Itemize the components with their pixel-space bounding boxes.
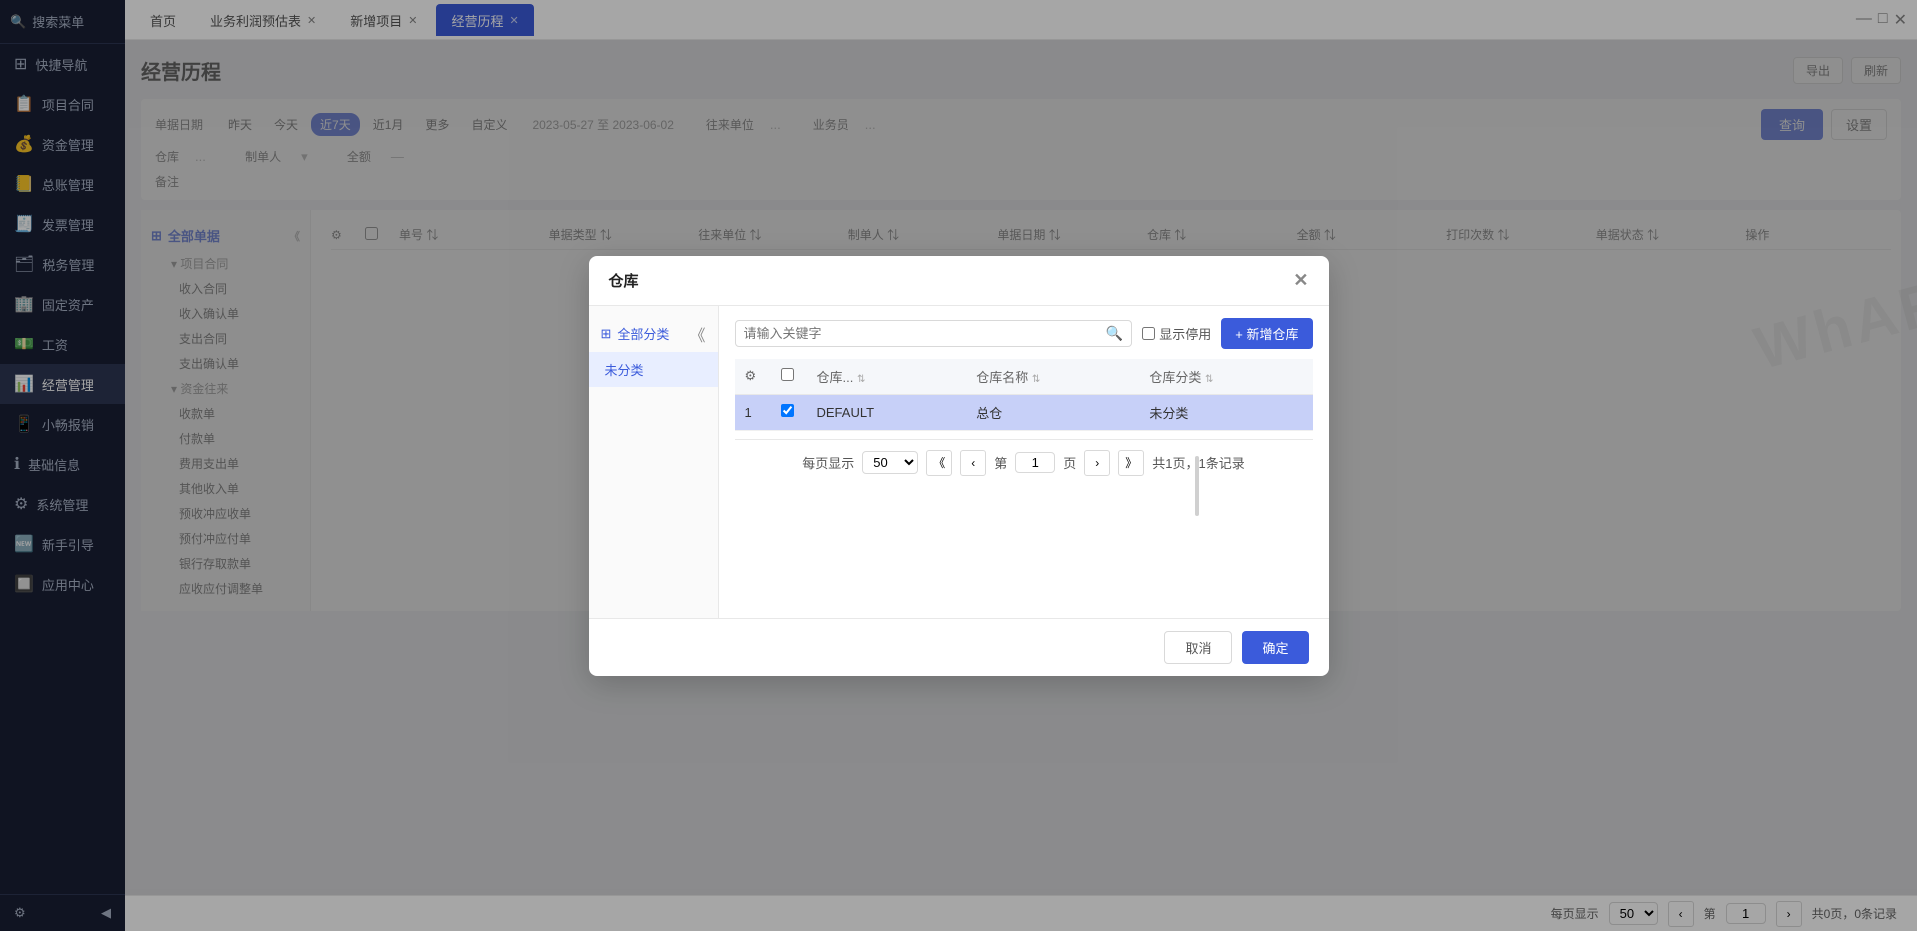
all-category-label[interactable]: 全部分类: [617, 324, 669, 343]
th-name: 仓库名称 ⇅: [966, 359, 1139, 395]
modal-right-panel: 🔍 显示停用 + 新增仓库 ⚙ 仓库.: [719, 306, 1329, 618]
search-icon-modal: 🔍: [1106, 325, 1123, 342]
table-header-row: ⚙ 仓库... ⇅ 仓库名称 ⇅ 仓库分类: [735, 359, 1313, 395]
modal-header: 仓库 ✕: [589, 256, 1329, 306]
per-page-label: 每页显示: [802, 453, 854, 472]
show-disabled-label: 显示停用: [1142, 324, 1211, 343]
grid-icon-left: ⊞: [601, 326, 612, 342]
page-input[interactable]: [1015, 452, 1055, 473]
th-gear[interactable]: ⚙: [735, 359, 771, 395]
left-panel-header: ⊞ 全部分类 《: [589, 316, 718, 352]
row-code: DEFAULT: [807, 394, 967, 430]
page-suffix: 页: [1063, 453, 1076, 472]
modal-close-button[interactable]: ✕: [1293, 270, 1308, 291]
per-page-select[interactable]: 50 10 20 100: [862, 451, 918, 474]
left-scrollbar[interactable]: [1195, 456, 1199, 516]
search-box: 🔍: [735, 320, 1133, 347]
first-page-btn[interactable]: 《: [926, 450, 952, 476]
left-panel-collapse[interactable]: 《: [689, 322, 705, 346]
th-select-all[interactable]: [771, 359, 807, 395]
th-code: 仓库... ⇅: [807, 359, 967, 395]
next-page-btn[interactable]: ›: [1084, 450, 1110, 476]
table-row[interactable]: 1 DEFAULT 总仓 未分类: [735, 394, 1313, 430]
row-id: 1: [735, 394, 771, 430]
last-page-btn[interactable]: 》: [1118, 450, 1144, 476]
page-prefix: 第: [994, 453, 1007, 472]
modal-pagination: 每页显示 50 10 20 100 《 ‹ 第 页 › 》 共1页，1条记录: [735, 439, 1313, 486]
category-sort-icon[interactable]: ⇅: [1205, 374, 1213, 385]
category-item-uncategorized[interactable]: 未分类: [589, 352, 718, 387]
row-checkbox[interactable]: [771, 394, 807, 430]
modal-toolbar: 🔍 显示停用 + 新增仓库: [735, 318, 1313, 349]
modal-body: ⊞ 全部分类 《 未分类 🔍 显示停用: [589, 306, 1329, 618]
total-count: 共1页，1条记录: [1152, 453, 1244, 472]
add-warehouse-button[interactable]: + 新增仓库: [1221, 318, 1312, 349]
modal-footer: 取消 确定: [589, 618, 1329, 676]
warehouse-modal: 仓库 ✕ ⊞ 全部分类 《 未分类: [589, 256, 1329, 676]
modal-title: 仓库: [609, 270, 639, 291]
prev-page-btn[interactable]: ‹: [960, 450, 986, 476]
warehouse-table: ⚙ 仓库... ⇅ 仓库名称 ⇅ 仓库分类: [735, 359, 1313, 431]
row-category: 未分类: [1139, 394, 1312, 430]
confirm-button[interactable]: 确定: [1242, 631, 1308, 664]
modal-left-panel: ⊞ 全部分类 《 未分类: [589, 306, 719, 618]
search-input[interactable]: [744, 326, 1102, 341]
th-category: 仓库分类 ⇅: [1139, 359, 1312, 395]
name-sort-icon[interactable]: ⇅: [1032, 374, 1040, 385]
code-sort-icon[interactable]: ⇅: [857, 374, 865, 385]
row-name: 总仓: [966, 394, 1139, 430]
show-disabled-checkbox[interactable]: [1142, 327, 1155, 340]
cancel-button[interactable]: 取消: [1164, 631, 1232, 664]
modal-overlay: 仓库 ✕ ⊞ 全部分类 《 未分类: [0, 0, 1917, 931]
